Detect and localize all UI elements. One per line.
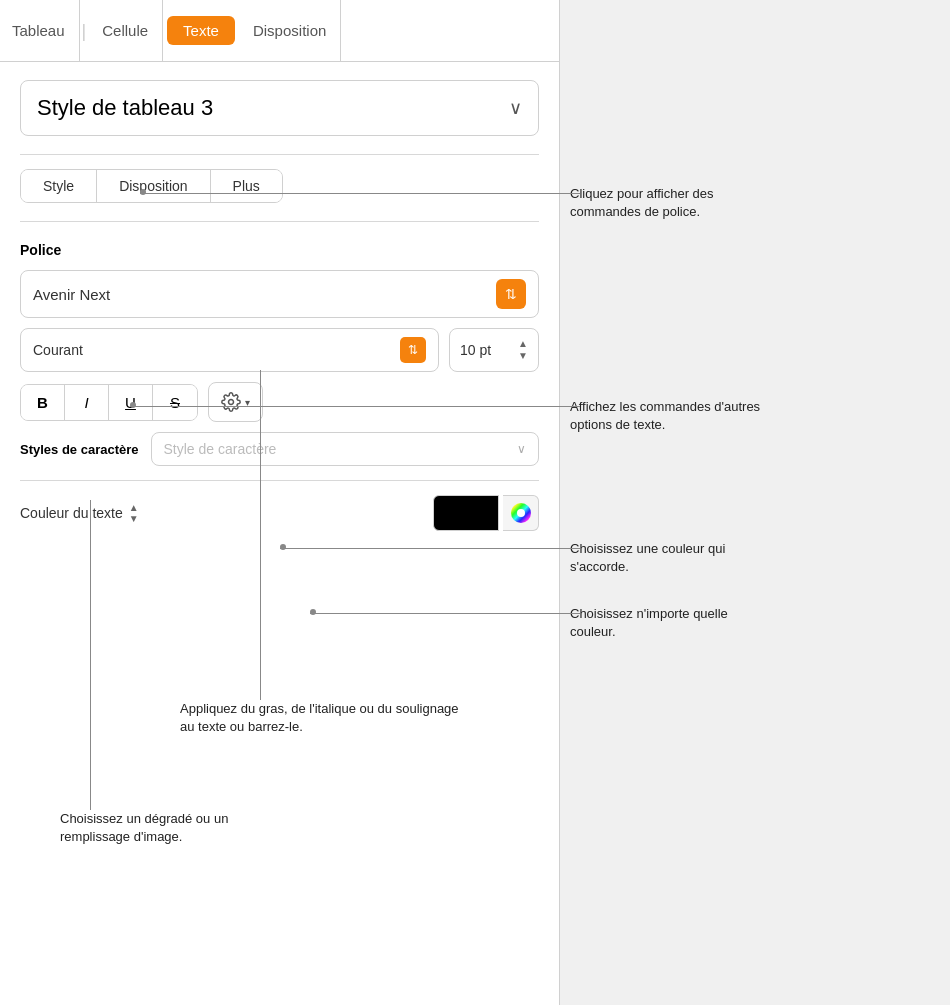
annotation-6: Choisissez un dégradé ou un remplissage … <box>60 810 280 846</box>
annotations-overlay: Cliquez pour afficher des commandes de p… <box>560 0 950 1005</box>
divider-1 <box>20 154 539 155</box>
strikethrough-button[interactable]: S <box>153 385 197 420</box>
font-section-label: Police <box>20 242 539 258</box>
color-wheel-button[interactable] <box>503 495 539 531</box>
annotation-4-text: Choisissez n'importe quelle couleur. <box>570 605 770 641</box>
annotation-1-text: Cliquez pour afficher des commandes de p… <box>570 185 770 221</box>
font-size-stepper[interactable]: ▲ ▼ <box>518 338 528 362</box>
font-size-box[interactable]: 10 pt ▲ ▼ <box>449 328 539 372</box>
font-style-text: Courant <box>33 342 83 358</box>
svg-point-2 <box>517 509 525 517</box>
black-color-swatch[interactable] <box>433 495 499 531</box>
divider-3 <box>20 480 539 481</box>
color-swatch-group <box>433 495 539 531</box>
annotation-3-text: Choisissez une couleur qui s'accorde. <box>570 540 770 576</box>
annotation-1: Cliquez pour afficher des commandes de p… <box>570 185 770 221</box>
font-style-select[interactable]: Courant <box>20 328 439 372</box>
panel-content: Style de tableau 3 ∨ Style Disposition P… <box>0 62 559 549</box>
annotation-4: Choisissez n'importe quelle couleur. <box>570 605 770 641</box>
gear-icon <box>221 392 241 412</box>
underline-button[interactable]: U <box>109 385 153 420</box>
format-row: B I U S ▾ <box>20 382 539 422</box>
sub-tab-plus[interactable]: Plus <box>211 170 282 202</box>
tab-texte[interactable]: Texte <box>167 16 235 45</box>
italic-button[interactable]: I <box>65 385 109 420</box>
char-style-select[interactable]: Style de caractère ∨ <box>151 432 539 466</box>
more-options-button[interactable]: ▾ <box>208 382 263 422</box>
color-wheel-icon <box>509 501 533 525</box>
char-styles-row: Styles de caractère Style de caractère ∨ <box>20 432 539 466</box>
text-color-label: Couleur du texte <box>20 505 123 521</box>
annotation-6-text: Choisissez un dégradé ou un remplissage … <box>60 811 228 844</box>
font-name-text: Avenir Next <box>33 286 110 303</box>
sub-tab-style[interactable]: Style <box>21 170 97 202</box>
text-color-row: Couleur du texte ▲ ▼ <box>20 495 539 531</box>
options-chevron-icon: ▾ <box>245 397 250 408</box>
style-dropdown-label: Style de tableau 3 <box>37 95 213 121</box>
bold-button[interactable]: B <box>21 385 65 420</box>
style-dropdown[interactable]: Style de tableau 3 ∨ <box>20 80 539 136</box>
char-styles-label: Styles de caractère <box>20 442 139 457</box>
chevron-down-icon: ∨ <box>509 97 522 119</box>
char-style-chevron-icon: ∨ <box>517 442 526 456</box>
sub-tab-disposition[interactable]: Disposition <box>97 170 210 202</box>
font-style-size-row: Courant 10 pt ▲ ▼ <box>20 328 539 372</box>
annotation-5-text: Appliquez du gras, de l'italique ou du s… <box>180 701 459 734</box>
annotation-3: Choisissez une couleur qui s'accorde. <box>570 540 770 576</box>
svg-point-0 <box>229 400 234 405</box>
annotation-2-text: Affichez les commandes d'autres options … <box>570 398 770 434</box>
tab-sep-1: | <box>82 22 87 40</box>
font-size-text: 10 pt <box>460 342 512 358</box>
tab-bar: Tableau | Cellule Texte Disposition <box>0 0 559 62</box>
font-name-row[interactable]: Avenir Next <box>20 270 539 318</box>
tab-disposition[interactable]: Disposition <box>239 0 341 62</box>
sub-tabs: Style Disposition Plus <box>20 169 283 203</box>
font-style-stepper[interactable] <box>400 337 426 363</box>
format-buttons-group: B I U S <box>20 384 198 421</box>
annotation-2: Affichez les commandes d'autres options … <box>570 398 770 434</box>
divider-2 <box>20 221 539 222</box>
font-name-stepper[interactable] <box>496 279 526 309</box>
annotation-5: Appliquez du gras, de l'italique ou du s… <box>180 700 460 736</box>
tab-tableau[interactable]: Tableau <box>10 0 80 62</box>
tab-cellule[interactable]: Cellule <box>88 0 163 62</box>
text-color-stepper[interactable]: ▲ ▼ <box>129 502 139 524</box>
text-color-label-group: Couleur du texte ▲ ▼ <box>20 502 139 524</box>
